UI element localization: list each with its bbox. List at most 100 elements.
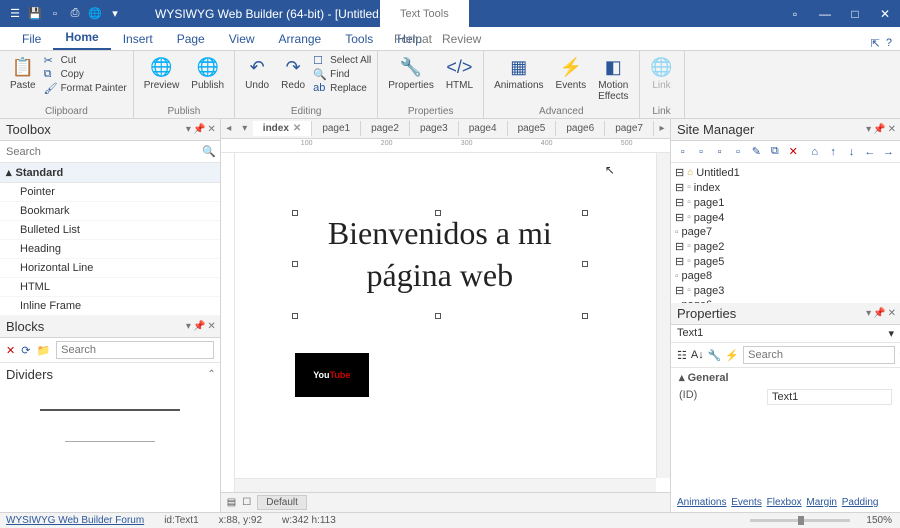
pin-icon[interactable]: 📌: [193, 124, 205, 135]
pin-icon[interactable]: ▾: [186, 124, 191, 135]
tab-file[interactable]: File: [10, 28, 53, 50]
canvas-area[interactable]: Bienvenidos a mi página web YouTube ↖: [221, 153, 670, 492]
select-all-button[interactable]: ☐Select All: [313, 53, 371, 67]
page-tab[interactable]: page1: [312, 121, 361, 136]
close-icon[interactable]: ✕: [207, 321, 215, 332]
tree-node[interactable]: ⊟▫page1: [675, 195, 896, 210]
resize-handle[interactable]: [435, 210, 441, 216]
link-button[interactable]: 🌐Link: [646, 53, 678, 93]
save-icon[interactable]: 💾: [28, 7, 42, 21]
tree-node[interactable]: ▫page7: [675, 225, 896, 239]
toolbox-search-input[interactable]: [0, 146, 198, 158]
page-tab[interactable]: page6: [556, 121, 605, 136]
properties-button[interactable]: 🔧Properties: [384, 53, 438, 93]
tab-review[interactable]: Review: [430, 28, 493, 50]
page-tab[interactable]: page7: [605, 121, 654, 136]
close-icon[interactable]: ✕: [888, 124, 896, 135]
share-icon[interactable]: ⇱: [871, 37, 880, 50]
tool-horizontal-line[interactable]: Horizontal Line: [0, 259, 220, 278]
tab-tools[interactable]: Tools: [333, 28, 385, 50]
breakpoint-default[interactable]: Default: [257, 495, 307, 510]
link-flexbox[interactable]: Flexbox: [767, 497, 802, 508]
categorize-icon[interactable]: ☷: [677, 349, 687, 362]
edit-icon[interactable]: ▫: [730, 146, 745, 158]
pin-icon[interactable]: 📌: [873, 308, 885, 319]
pin-icon[interactable]: ▾: [866, 124, 871, 135]
close-icon[interactable]: ✕: [888, 308, 896, 319]
blocks-search-input[interactable]: [56, 341, 214, 359]
delete-icon[interactable]: ✕: [6, 344, 15, 357]
tree-node[interactable]: ⊟▫page5: [675, 254, 896, 269]
preview-button[interactable]: 🌐Preview: [140, 53, 184, 93]
scroll-left-icon[interactable]: ◂: [221, 123, 237, 134]
globe-icon[interactable]: 🌐: [88, 7, 102, 21]
pin-icon[interactable]: ▾: [186, 321, 191, 332]
close-tab-icon[interactable]: ✕: [293, 123, 301, 134]
tool-bookmark[interactable]: Bookmark: [0, 202, 220, 221]
text-element[interactable]: Bienvenidos a mi página web: [295, 213, 585, 296]
page-tab[interactable]: page2: [361, 121, 410, 136]
breakpoint-icon[interactable]: ▤: [227, 497, 236, 508]
home-icon[interactable]: ⌂: [807, 146, 822, 158]
copy-button[interactable]: ⧉Copy: [44, 67, 127, 81]
close-icon[interactable]: ✕: [207, 124, 215, 135]
clone-icon[interactable]: ▫: [712, 146, 727, 158]
resize-handle[interactable]: [582, 210, 588, 216]
tab-view[interactable]: View: [217, 28, 267, 50]
forum-link[interactable]: WYSIWYG Web Builder Forum: [6, 515, 144, 526]
motion-effects-button[interactable]: ◧Motion Effects: [594, 53, 632, 104]
qat-dropdown-icon[interactable]: ▾: [108, 7, 122, 21]
page-tab[interactable]: page3: [410, 121, 459, 136]
right-icon[interactable]: →: [881, 146, 896, 158]
refresh-icon[interactable]: ⟳: [21, 344, 30, 357]
copy-icon[interactable]: ⧉: [767, 145, 782, 158]
tab-home[interactable]: Home: [53, 26, 110, 50]
tab-insert[interactable]: Insert: [111, 28, 165, 50]
link-events[interactable]: Events: [731, 497, 762, 508]
resize-handle[interactable]: [582, 261, 588, 267]
minimize-icon[interactable]: —: [810, 0, 840, 27]
html-button[interactable]: </>HTML: [442, 53, 477, 93]
format-painter-button[interactable]: 🖌Format Painter: [44, 81, 127, 95]
pin-icon[interactable]: 📌: [193, 321, 205, 332]
pin-icon[interactable]: ▾: [866, 308, 871, 319]
new-folder-icon[interactable]: ▫: [693, 146, 708, 158]
replace-button[interactable]: abReplace: [313, 81, 371, 95]
print-icon[interactable]: ⎙: [68, 7, 82, 21]
up-icon[interactable]: ↑: [825, 146, 840, 158]
sort-icon[interactable]: A↓: [691, 349, 704, 361]
design-canvas[interactable]: Bienvenidos a mi página web YouTube ↖: [235, 153, 656, 478]
dividers-header[interactable]: Dividers ⌃: [0, 363, 220, 385]
tree-node[interactable]: ⊟▫page2: [675, 239, 896, 254]
down-icon[interactable]: ↓: [844, 146, 859, 158]
page-tab-index[interactable]: index✕: [253, 121, 313, 136]
breakpoint-icon[interactable]: ☐: [242, 497, 251, 508]
find-button[interactable]: 🔍Find: [313, 67, 371, 81]
link-padding[interactable]: Padding: [842, 497, 879, 508]
resize-handle[interactable]: [435, 313, 441, 319]
tree-node[interactable]: ▫page8: [675, 269, 896, 283]
tab-page[interactable]: Page: [165, 28, 217, 50]
resize-handle[interactable]: [292, 210, 298, 216]
left-icon[interactable]: ←: [862, 146, 877, 158]
tool-inline-frame[interactable]: Inline Frame: [0, 297, 220, 316]
tree-root[interactable]: ⊟⌂Untitled1: [675, 165, 896, 180]
resize-handle[interactable]: [292, 313, 298, 319]
redo-button[interactable]: ↷Redo: [277, 53, 309, 93]
tree-node[interactable]: ⊟▫page4: [675, 210, 896, 225]
help-icon[interactable]: ?: [886, 37, 892, 50]
vertical-scrollbar[interactable]: [656, 153, 670, 478]
property-search-input[interactable]: [743, 346, 895, 364]
zoom-slider[interactable]: [750, 519, 850, 522]
events-icon[interactable]: ⚡: [725, 349, 739, 362]
ribbon-toggle-icon[interactable]: ▫: [780, 0, 810, 27]
divider-preview[interactable]: [65, 441, 155, 442]
property-value[interactable]: Text1: [767, 389, 892, 405]
tab-arrange[interactable]: Arrange: [267, 28, 334, 50]
folder-icon[interactable]: 📁: [36, 344, 50, 357]
delete-icon[interactable]: ✕: [786, 145, 801, 158]
property-object-selector[interactable]: Text1▾: [671, 325, 900, 343]
tool-heading[interactable]: Heading: [0, 240, 220, 259]
undo-button[interactable]: ↶Undo: [241, 53, 273, 93]
property-category[interactable]: ▴ General: [671, 368, 900, 387]
